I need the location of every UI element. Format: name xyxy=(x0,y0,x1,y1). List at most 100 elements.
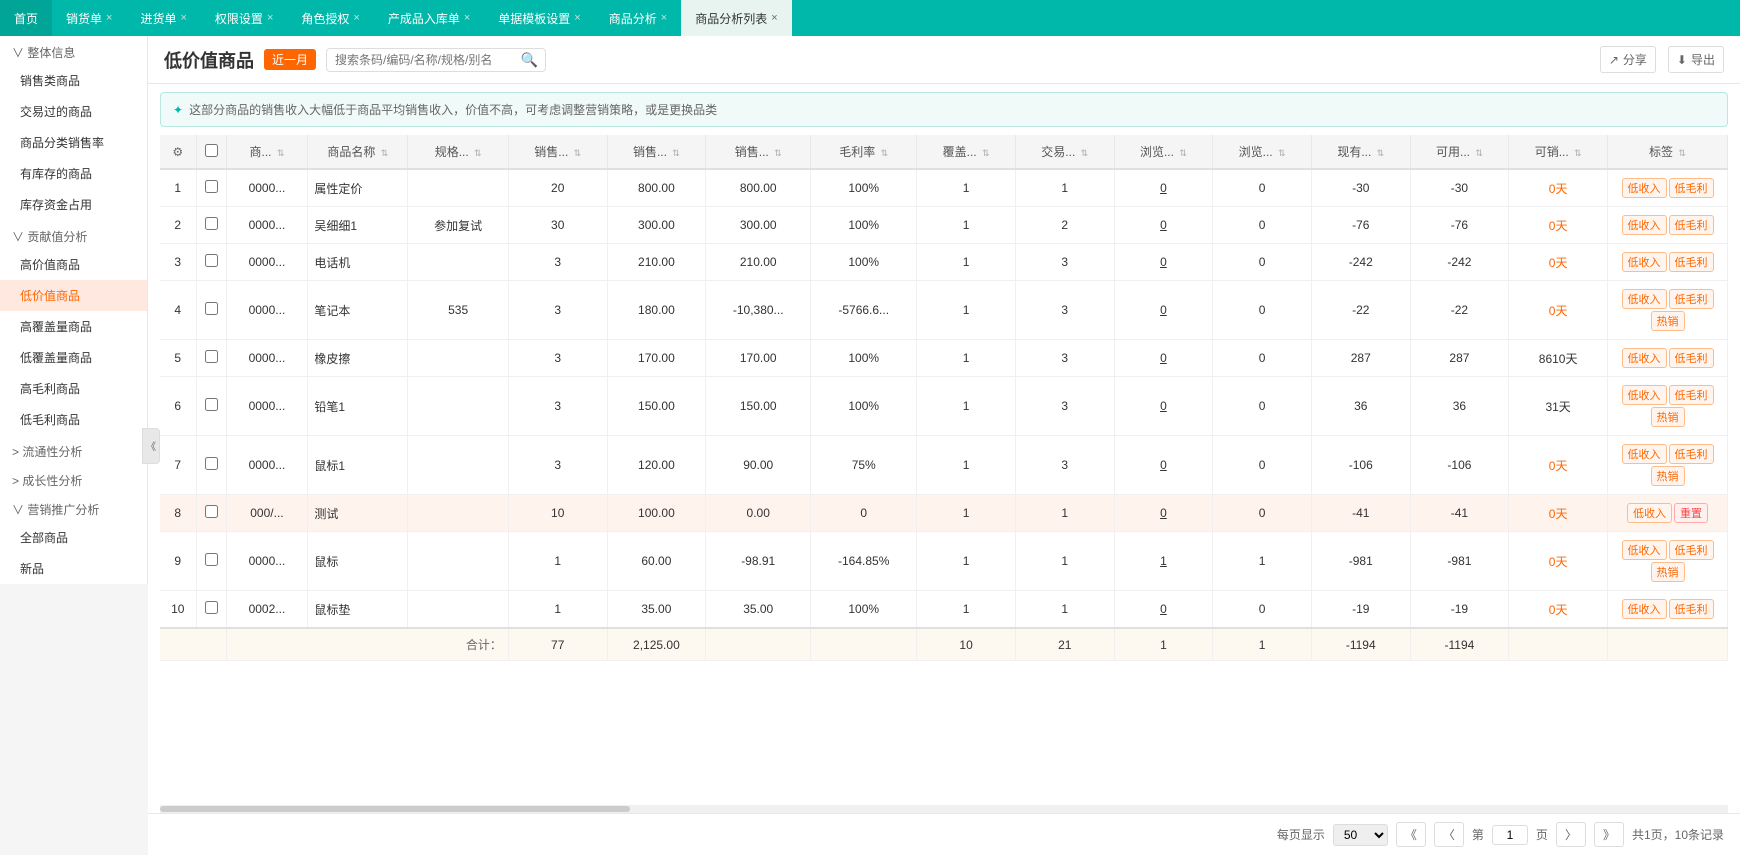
nav-close-permissions[interactable]: × xyxy=(267,12,273,24)
scroll-thumb[interactable] xyxy=(160,806,630,812)
col-name[interactable]: 商品名称 ⇅ xyxy=(308,135,408,169)
browse-link[interactable]: 0 xyxy=(1160,303,1167,317)
col-trade[interactable]: 交易... ⇅ xyxy=(1015,135,1114,169)
row-checkbox[interactable] xyxy=(205,505,218,518)
cell-checkbox[interactable] xyxy=(196,532,226,591)
nav-template-settings[interactable]: 单据模板设置 × xyxy=(484,0,594,36)
sidebar-group-circulation[interactable]: > 流通性分析 xyxy=(0,435,147,464)
share-button[interactable]: ↗ 分享 xyxy=(1600,46,1656,73)
cell-browse1[interactable]: 1 xyxy=(1114,532,1213,591)
sidebar-group-contribution[interactable]: ∨ 贡献值分析 xyxy=(0,220,147,249)
cell-checkbox[interactable] xyxy=(196,207,226,244)
sidebar-group-growth[interactable]: > 成长性分析 xyxy=(0,464,147,493)
cell-browse1[interactable]: 0 xyxy=(1114,207,1213,244)
row-checkbox[interactable] xyxy=(205,398,218,411)
cell-browse1[interactable]: 0 xyxy=(1114,436,1213,495)
col-tags[interactable]: 标签 ⇅ xyxy=(1608,135,1728,169)
browse-link[interactable]: 0 xyxy=(1160,399,1167,413)
browse-link[interactable]: 1 xyxy=(1160,554,1167,568)
cell-browse1[interactable]: 0 xyxy=(1114,244,1213,281)
col-gross[interactable]: 毛利率 ⇅ xyxy=(811,135,917,169)
browse-link[interactable]: 0 xyxy=(1160,602,1167,616)
nav-close-purchase[interactable]: × xyxy=(180,12,186,24)
settings-icon[interactable]: ⚙ xyxy=(172,145,183,159)
sidebar-group-marketing[interactable]: ∨ 营销推广分析 xyxy=(0,493,147,522)
cell-browse1[interactable]: 0 xyxy=(1114,281,1213,340)
nav-close-sales[interactable]: × xyxy=(106,12,112,24)
nav-product-list[interactable]: 商品分析列表 × xyxy=(681,0,791,36)
browse-link[interactable]: 0 xyxy=(1160,351,1167,365)
row-checkbox[interactable] xyxy=(205,217,218,230)
col-browse1[interactable]: 浏览... ⇅ xyxy=(1114,135,1213,169)
nav-close-role[interactable]: × xyxy=(353,12,359,24)
sidebar-item-traded-products[interactable]: 交易过的商品 xyxy=(0,96,147,127)
col-spec[interactable]: 规格... ⇅ xyxy=(408,135,509,169)
sidebar-item-low-coverage[interactable]: 低覆盖量商品 xyxy=(0,342,147,373)
browse-link[interactable]: 0 xyxy=(1160,506,1167,520)
nav-close-finished[interactable]: × xyxy=(464,12,470,24)
browse-link[interactable]: 0 xyxy=(1160,218,1167,232)
cell-checkbox[interactable] xyxy=(196,244,226,281)
cell-browse1[interactable]: 0 xyxy=(1114,340,1213,377)
sidebar-item-sales-products[interactable]: 销售类商品 xyxy=(0,65,147,96)
cell-checkbox[interactable] xyxy=(196,591,226,629)
sidebar-item-low-value[interactable]: 低价值商品 xyxy=(0,280,147,311)
row-checkbox[interactable] xyxy=(205,601,218,614)
nav-purchase-order[interactable]: 进货单 × xyxy=(126,0,200,36)
nav-close-template[interactable]: × xyxy=(574,12,580,24)
nav-sales-order[interactable]: 销货单 × xyxy=(52,0,126,36)
col-gear[interactable]: ⚙ xyxy=(160,135,196,169)
select-all-checkbox[interactable] xyxy=(205,144,218,157)
sidebar-item-new-products[interactable]: 新品 xyxy=(0,553,147,584)
nav-close-product[interactable]: × xyxy=(661,12,667,24)
sidebar-item-high-margin[interactable]: 高毛利商品 xyxy=(0,373,147,404)
search-icon[interactable]: 🔍 xyxy=(521,51,538,68)
sidebar-item-inventory-capital[interactable]: 库存资金占用 xyxy=(0,189,147,220)
sidebar-item-high-coverage[interactable]: 高覆盖量商品 xyxy=(0,311,147,342)
row-checkbox[interactable] xyxy=(205,457,218,470)
sidebar-item-category-rate[interactable]: 商品分类销售率 xyxy=(0,127,147,158)
row-checkbox[interactable] xyxy=(205,553,218,566)
cell-checkbox[interactable] xyxy=(196,495,226,532)
sidebar-group-overall[interactable]: ∨ 整体信息 xyxy=(0,36,147,65)
cell-checkbox[interactable] xyxy=(196,436,226,495)
browse-link[interactable]: 0 xyxy=(1160,458,1167,472)
table-container[interactable]: ⚙ 商... ⇅ 商品名称 ⇅ 规格... ⇅ 销售... ⇅ 销售... ⇅ … xyxy=(148,135,1740,805)
nav-permissions[interactable]: 权限设置 × xyxy=(201,0,287,36)
cell-browse1[interactable]: 0 xyxy=(1114,169,1213,207)
row-checkbox[interactable] xyxy=(205,350,218,363)
col-usable[interactable]: 可用... ⇅ xyxy=(1410,135,1509,169)
horizontal-scrollbar[interactable] xyxy=(160,805,1728,813)
col-sale3[interactable]: 销售... ⇅ xyxy=(706,135,811,169)
sidebar-item-low-margin[interactable]: 低毛利商品 xyxy=(0,404,147,435)
row-checkbox[interactable] xyxy=(205,302,218,315)
search-input[interactable] xyxy=(326,48,546,72)
nav-close-list[interactable]: × xyxy=(771,12,777,24)
col-cover[interactable]: 覆盖... ⇅ xyxy=(917,135,1016,169)
next-page-button[interactable]: 〉 xyxy=(1556,822,1586,847)
cell-checkbox[interactable] xyxy=(196,340,226,377)
first-page-button[interactable]: 《 xyxy=(1396,822,1426,847)
cell-checkbox[interactable] xyxy=(196,281,226,340)
col-saleable[interactable]: 可销... ⇅ xyxy=(1509,135,1608,169)
nav-finished-goods[interactable]: 产成品入库单 × xyxy=(374,0,484,36)
col-current[interactable]: 现有... ⇅ xyxy=(1311,135,1410,169)
sidebar-item-inventory-products[interactable]: 有库存的商品 xyxy=(0,158,147,189)
prev-page-button[interactable]: 〈 xyxy=(1434,822,1464,847)
last-page-button[interactable]: 》 xyxy=(1594,822,1624,847)
col-code[interactable]: 商... ⇅ xyxy=(226,135,308,169)
cell-browse1[interactable]: 0 xyxy=(1114,591,1213,629)
sidebar-item-all-products[interactable]: 全部商品 xyxy=(0,522,147,553)
cell-checkbox[interactable] xyxy=(196,169,226,207)
page-number-input[interactable] xyxy=(1492,825,1528,845)
col-browse2[interactable]: 浏览... ⇅ xyxy=(1213,135,1312,169)
sidebar-item-high-value[interactable]: 高价值商品 xyxy=(0,249,147,280)
sidebar-collapse-button[interactable]: 《 xyxy=(142,428,160,464)
nav-home[interactable]: 首页 xyxy=(0,0,52,36)
nav-role-auth[interactable]: 角色授权 × xyxy=(287,0,373,36)
cell-browse1[interactable]: 0 xyxy=(1114,495,1213,532)
export-button[interactable]: ⬇ 导出 xyxy=(1668,46,1724,73)
cell-browse1[interactable]: 0 xyxy=(1114,377,1213,436)
browse-link[interactable]: 0 xyxy=(1160,181,1167,195)
per-page-select[interactable]: 50 100 200 xyxy=(1333,824,1388,846)
